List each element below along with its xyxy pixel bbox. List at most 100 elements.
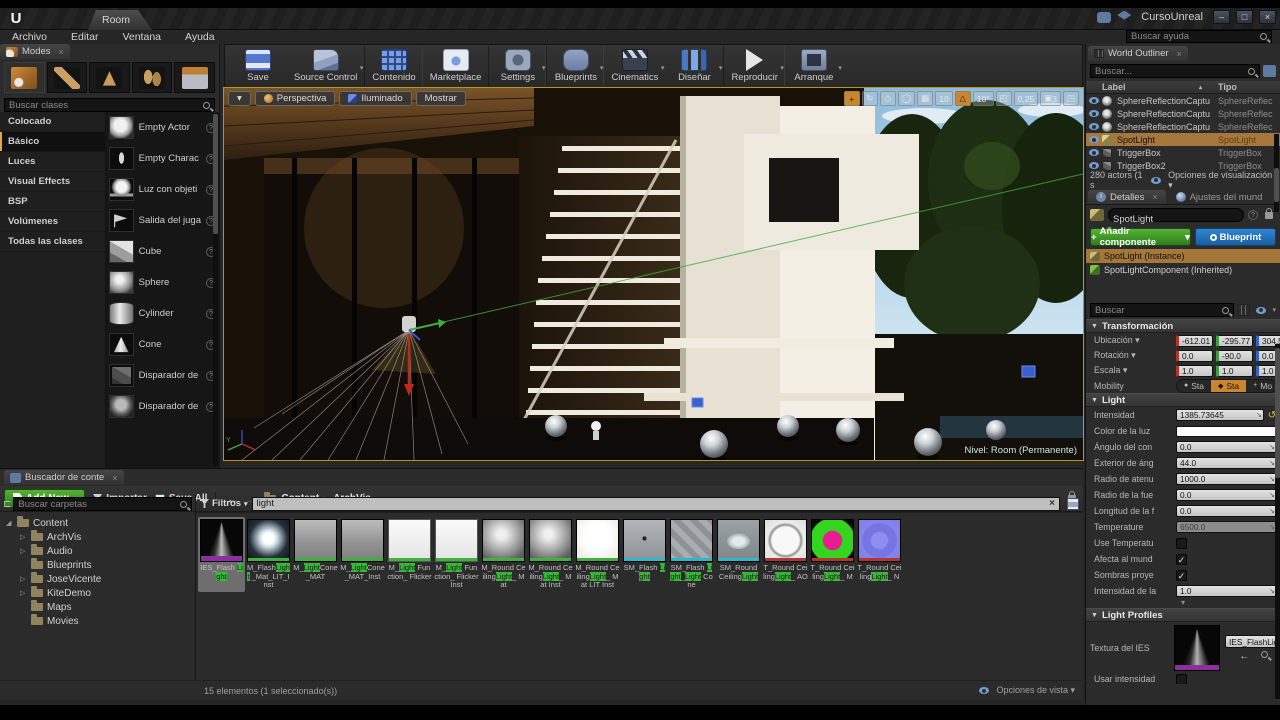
viewport-options-button[interactable]: ▾ [228,91,251,106]
toolbar-button[interactable]: Marketplace [423,46,489,86]
toolbar-button[interactable]: Cinematics ▾ [604,46,665,86]
menu-item[interactable]: Ventana [110,30,173,44]
close-icon[interactable]: × [1177,49,1182,59]
details-tab[interactable]: i Detalles × [1088,190,1166,204]
viewport[interactable]: Y ▾ Perspectiva Iluminado Mostrar + ↻ ◇ … [223,87,1084,461]
maximize-viewport-button[interactable]: ◳ [1062,91,1079,106]
outliner-search[interactable] [1090,64,1260,78]
asset-item[interactable]: SM_Flash Light_Light Cone [668,517,715,592]
outliner-row[interactable]: SphereReflectionCaptu SphereReflec [1086,107,1280,120]
details-search-input[interactable] [1091,304,1219,316]
asset-search[interactable]: × [251,496,1060,511]
coordinate-system-button[interactable]: ◯ [897,91,916,106]
menu-item[interactable]: Ayuda [173,30,227,44]
placeable-item[interactable]: Sphere ? [106,267,219,298]
category-row[interactable]: Luces [0,152,105,172]
property-matrix-icon[interactable] [1237,304,1251,316]
collapse-sources-icon[interactable]: ⊏ [3,499,11,510]
outliner-row[interactable]: SpotLight SpotLight [1086,133,1280,146]
title-bar[interactable]: U Room CursoUnreal – □ × [0,8,1280,30]
scrollbar[interactable] [213,114,218,466]
perspective-button[interactable]: Perspectiva [254,91,336,106]
transform-label[interactable]: Rotación ▾ [1094,350,1173,361]
visibility-eye-icon[interactable] [1089,136,1099,143]
use-selected-icon[interactable]: ← [1239,651,1249,662]
camera-speed-button[interactable]: ▣ 3 [1040,91,1061,106]
category-row[interactable]: Todas las clases [0,232,105,252]
folder-tree-row[interactable]: ▷ ArchVis [0,530,195,544]
mobility-option[interactable]: + Mo [1246,380,1276,392]
expand-arrow-icon[interactable]: ◢ [6,519,13,527]
outliner-row[interactable]: SphereReflectionCaptu SphereReflec [1086,94,1280,107]
mode-place-button[interactable] [4,62,45,93]
blueprint-button[interactable]: Blueprint [1194,228,1276,246]
property-value-field[interactable]: 1000.0 ↘ [1176,473,1277,485]
help-icon[interactable]: ? [1248,210,1258,220]
asset-thumbnail[interactable] [576,519,619,562]
folders-search-input[interactable] [14,498,176,510]
category-row[interactable]: Visual Effects [0,172,105,192]
visibility-eye-icon[interactable] [1089,123,1099,130]
toolbar-button[interactable]: Settings ▾ [488,46,546,86]
property-label[interactable]: Intensidad [1094,410,1173,420]
asset-thumbnail[interactable] [200,519,243,562]
light-profiles-section-header[interactable]: ▼ Light Profiles [1086,608,1280,622]
property-label[interactable]: Radio de la fue [1094,490,1173,500]
property-label[interactable]: Ángulo del con [1094,442,1173,452]
property-checkbox[interactable]: ✓ [1176,569,1187,581]
modes-tab[interactable]: Modes × [0,44,70,59]
transform-label[interactable]: Escala ▾ [1094,365,1173,376]
asset-item[interactable]: T_Round CeilingLight_ N [856,517,903,592]
asset-item[interactable]: M_FlashLight _Mat_LIT_Inst [245,517,292,592]
toolbar-button[interactable]: Source Control ▾ [287,46,364,86]
tutorial-cap-icon[interactable] [1117,10,1132,20]
maximize-button[interactable]: □ [1236,10,1253,24]
placeable-item[interactable]: Disparador de ? [106,360,219,391]
y-value-field[interactable]: 1.0 [1216,364,1253,377]
visibility-eye-icon[interactable] [1089,97,1099,104]
asset-thumbnail[interactable] [529,519,572,562]
filters-button[interactable]: Filtros ▾ [200,498,248,509]
asset-thumbnail[interactable] [811,519,854,562]
toolbar-button[interactable]: Save [229,46,287,86]
placeable-item[interactable]: Empty Actor ? [106,112,219,143]
component-row[interactable]: SpotLightComponent (Inherited) [1086,263,1280,277]
asset-item[interactable]: M_Round CeilingLight_ Mat Inst [527,517,574,592]
property-label[interactable]: Color de la luz [1094,426,1173,436]
details-scrollbar[interactable] [1275,344,1280,699]
asset-item[interactable]: M_Light Function_ Flicker Inst [433,517,480,592]
folder-tree-row[interactable]: ▷ KiteDemo [0,586,195,600]
property-label[interactable]: Sombras proye [1094,570,1173,580]
toolbar-button[interactable]: Contenido [364,46,422,86]
save-search-icon[interactable] [1067,497,1079,510]
visibility-eye-icon[interactable] [1089,149,1099,156]
rotate-tool-button[interactable]: ↻ [861,91,878,106]
asset-thumbnail[interactable] [294,519,337,562]
chevron-down-icon[interactable]: ▾ [661,64,665,72]
property-label[interactable]: Use Temperatu [1094,538,1173,548]
folder-tree-row[interactable]: Movies [0,614,195,628]
folder-tree-row[interactable]: ▷ Audio [0,544,195,558]
classes-search[interactable] [4,98,215,112]
category-row[interactable]: Colocado recientemente [0,112,105,147]
asset-thumbnail[interactable] [482,519,525,562]
scale-tool-button[interactable]: ◇ [879,91,896,106]
level-tab[interactable]: Room [88,10,152,30]
scale-snap-toggle[interactable]: ◰ [995,91,1012,106]
placeable-item[interactable]: Cylinder ? [106,298,219,329]
placeable-item[interactable]: Luz con objeti ? [106,174,219,205]
mode-paint-button[interactable] [46,62,88,93]
menu-item[interactable]: Editar [59,30,110,44]
toolbar-button[interactable]: Reproducir ▾ [723,46,784,86]
help-search[interactable] [1126,30,1272,43]
new-folder-icon[interactable] [1263,65,1276,77]
asset-item[interactable]: M_Round CeilingLight_ Mat LIT Inst [574,517,621,592]
property-checkbox[interactable] [1176,537,1187,549]
placeable-item[interactable]: Disparador de ? [106,391,219,422]
chevron-down-icon[interactable]: ▾ [360,64,364,72]
asset-item[interactable]: IES_Flash Light [198,517,245,592]
asset-thumbnail[interactable] [858,519,901,562]
details-search[interactable] [1090,303,1235,317]
property-label[interactable]: Temperature [1094,522,1173,532]
show-button[interactable]: Mostrar [415,91,466,106]
